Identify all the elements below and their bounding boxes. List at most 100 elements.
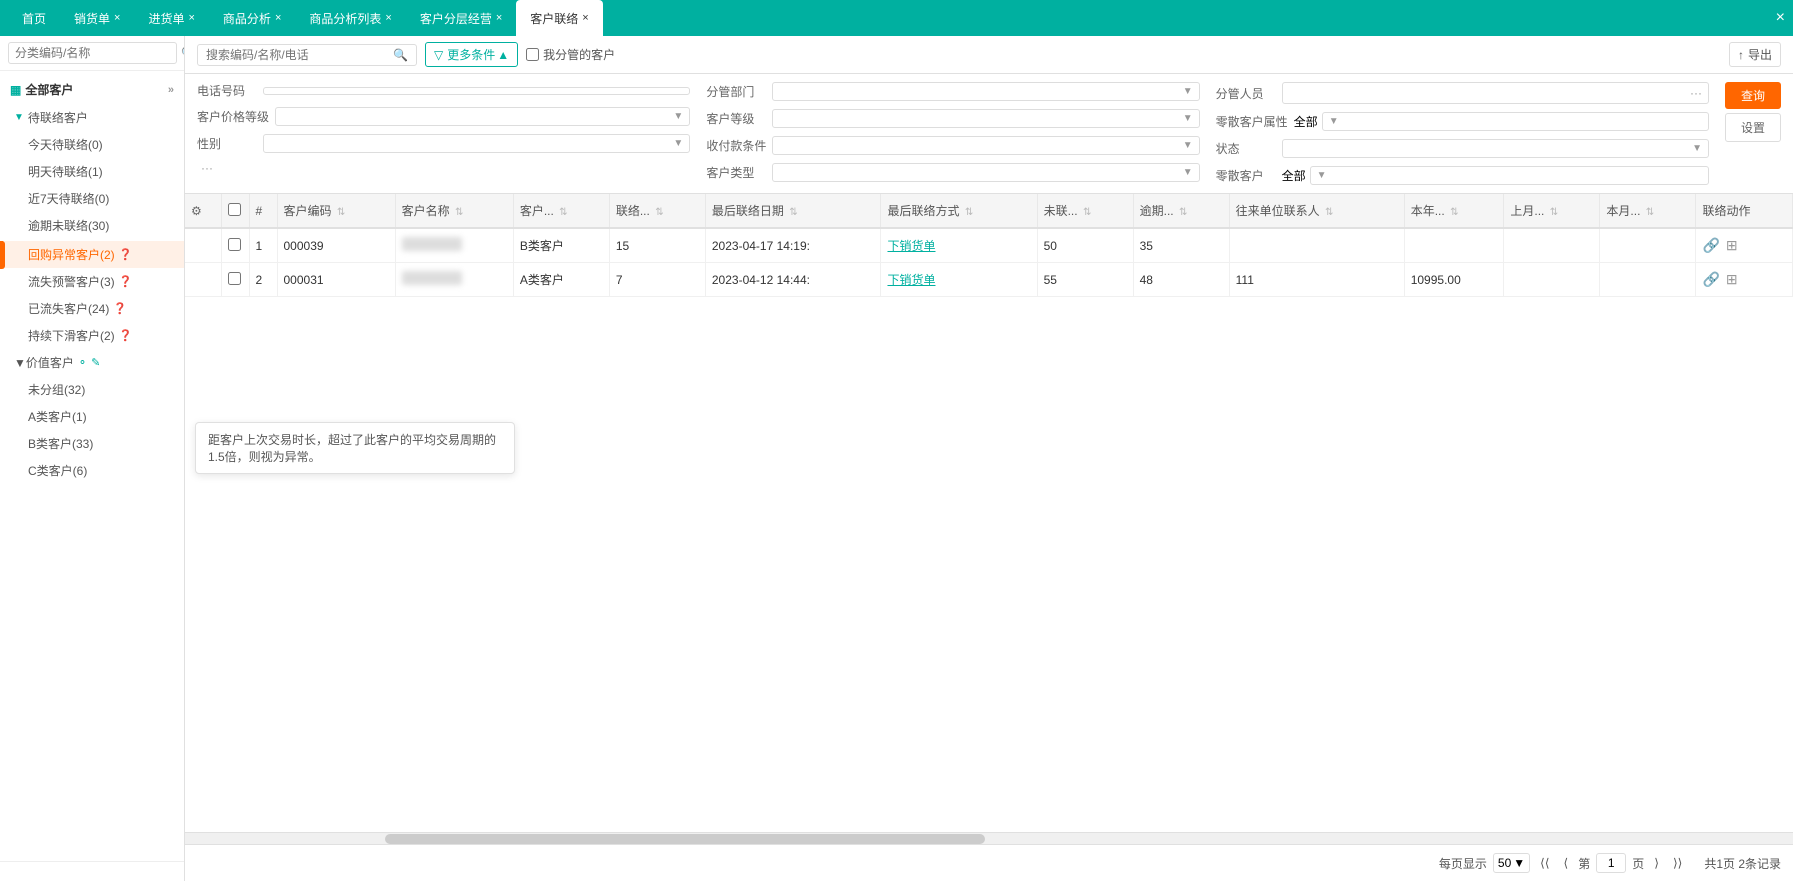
branch-person-input[interactable]: ··· (1282, 82, 1709, 104)
main-search-icon[interactable]: 🔍 (393, 48, 408, 62)
sidebar-all-customers[interactable]: ▦ 全部客户 » (0, 75, 184, 104)
td-index-0: 1 (249, 228, 277, 263)
table-settings-icon[interactable]: ⚙ (191, 204, 202, 218)
phone-label: 电话号码 (197, 82, 257, 99)
prev-page-button[interactable]: ⟨ (1560, 854, 1573, 872)
first-page-button[interactable]: ⟨⟨ (1536, 854, 1553, 872)
class-c-label: C类客户(6) (28, 462, 87, 479)
filter-more-button[interactable]: ▽ 更多条件 ▲ (425, 42, 518, 67)
query-button[interactable]: 查询 (1725, 82, 1781, 109)
action-grid-icon-0[interactable]: ⊞ (1726, 237, 1738, 254)
sidebar-item-repurchase-anomaly[interactable]: 回购异常客户(2) ❓ (0, 241, 184, 268)
payment-terms-select[interactable]: ▼ (772, 136, 1199, 155)
nav-sales[interactable]: 销货单 × (60, 0, 134, 36)
table-row: 1 000039 B类客户 15 2023-04-17 14:19: 下销货单 … (185, 228, 1793, 263)
sidebar-search-row: 🔍 (0, 36, 184, 71)
nav-home[interactable]: 首页 (8, 0, 60, 36)
sidebar-item-churned[interactable]: 已流失客户(24) ❓ (0, 295, 184, 322)
content-area: 🔍 ▽ 更多条件 ▲ 我分管的客户 ↑ 导出 电话号码 (185, 36, 1793, 881)
th-code[interactable]: 客户编码 ⇅ (277, 194, 395, 228)
row-checkbox-1[interactable] (228, 272, 241, 285)
window-close-button[interactable]: × (1776, 0, 1785, 36)
th-last-month[interactable]: 上月... ⇅ (1504, 194, 1600, 228)
sidebar-item-class-b[interactable]: B类客户(33) (0, 430, 184, 457)
nav-customer-contact-close[interactable]: × (582, 12, 588, 24)
settings-button[interactable]: 设置 (1725, 113, 1781, 142)
customer-level-select[interactable]: ▼ (772, 109, 1199, 128)
th-last-contact-date[interactable]: 最后联络日期 ⇅ (705, 194, 881, 228)
page-size-arrow-icon: ▼ (1513, 856, 1525, 870)
th-current-month[interactable]: 本月... ⇅ (1600, 194, 1696, 228)
sidebar-item-overdue[interactable]: 逾期未联络(30) (0, 212, 184, 239)
current-page-input[interactable] (1596, 853, 1626, 873)
action-link-icon-1[interactable]: 🔗 (1702, 271, 1719, 288)
nav-sales-close[interactable]: × (114, 12, 120, 24)
th-overdue[interactable]: 逾期... ⇅ (1133, 194, 1229, 228)
sidebar-item-ungroup[interactable]: 未分组(32) (0, 376, 184, 403)
next-page-button[interactable]: ⟩ (1650, 854, 1663, 872)
th-contact-count[interactable]: 联络... ⇅ (609, 194, 705, 228)
customer-type-select[interactable]: ▼ (772, 163, 1199, 182)
td-cur-month-1 (1600, 263, 1696, 297)
more-filters-dots[interactable]: ··· (201, 161, 213, 175)
th-name[interactable]: 客户名称 ⇅ (395, 194, 513, 228)
td-contact-person-0 (1229, 228, 1404, 263)
th-level[interactable]: 客户... ⇅ (513, 194, 609, 228)
nav-customer-tier[interactable]: 客户分层经营 × (406, 0, 516, 36)
sidebar-item-class-c[interactable]: C类客户(6) (0, 457, 184, 484)
sidebar-item-churn-warning[interactable]: 流失预警客户(3) ❓ (0, 268, 184, 295)
filter-customer-level-row: 客户等级 ▼ (706, 109, 1199, 128)
th-contact-person[interactable]: 往来单位联系人 ⇅ (1229, 194, 1404, 228)
value-customers-edit-icon[interactable]: ⚬ (78, 356, 87, 369)
my-customers-checkbox[interactable] (526, 48, 539, 61)
last-page-button[interactable]: ⟩⟩ (1669, 854, 1686, 872)
sidebar-search-input[interactable] (8, 42, 177, 64)
last-method-sort-icon: ⇅ (965, 207, 973, 218)
sidebar-content: ▦ 全部客户 » ▼ 待联络客户 今天待联络(0) 明天待联络(1) 近7天待联… (0, 71, 184, 861)
retail-customer-select[interactable]: ▼ (1310, 166, 1709, 185)
filter-branch-person-row: 分管人员 ··· (1216, 82, 1709, 104)
sidebar-item-tomorrow[interactable]: 明天待联络(1) (0, 158, 184, 185)
branch-dept-select[interactable]: ▼ (772, 82, 1199, 101)
select-all-checkbox[interactable] (228, 203, 241, 216)
per-page-label: 每页显示 (1439, 855, 1487, 872)
main-search-input[interactable] (206, 48, 389, 62)
td-action-0: 🔗 ⊞ (1696, 228, 1793, 263)
sidebar-item-7days[interactable]: 近7天待联络(0) (0, 185, 184, 212)
pagination-bar: 每页显示 50 ▼ ⟨⟨ ⟨ 第 页 ⟩ ⟩⟩ 共1页 2条记录 (185, 844, 1793, 881)
scrollbar-thumb[interactable] (385, 834, 985, 844)
th-current-year[interactable]: 本年... ⇅ (1404, 194, 1504, 228)
sidebar-item-class-a[interactable]: A类客户(1) (0, 403, 184, 430)
sidebar-collapse-icon[interactable]: » (168, 84, 174, 96)
nav-goods-analysis[interactable]: 商品分析 × (209, 0, 295, 36)
action-grid-icon-1[interactable]: ⊞ (1726, 271, 1738, 288)
main-layout: 🔍 ▦ 全部客户 » ▼ 待联络客户 今天待联络(0) 明天待联络(1) (0, 36, 1793, 881)
horizontal-scrollbar[interactable] (185, 832, 1793, 844)
sidebar: 🔍 ▦ 全部客户 » ▼ 待联络客户 今天待联络(0) 明天待联络(1) (0, 36, 185, 881)
th-un-contacted[interactable]: 未联... ⇅ (1037, 194, 1133, 228)
page-size-select[interactable]: 50 ▼ (1493, 853, 1530, 873)
nav-customer-contact[interactable]: 客户联络 × (516, 0, 602, 36)
sidebar-item-today[interactable]: 今天待联络(0) (0, 131, 184, 158)
price-level-select[interactable]: ▼ (275, 107, 690, 126)
nav-purchase[interactable]: 进货单 × (134, 0, 208, 36)
status-select[interactable]: ▼ (1282, 139, 1709, 158)
gender-select[interactable]: ▼ (263, 134, 690, 153)
nav-goods-analysis-list[interactable]: 商品分析列表 × (295, 0, 405, 36)
export-button[interactable]: ↑ 导出 (1729, 42, 1781, 67)
value-customers-group-title[interactable]: ▼ 价值客户 ⚬ ✎ (0, 349, 184, 376)
sidebar-item-declining[interactable]: 持续下滑客户(2) ❓ (0, 322, 184, 349)
value-customers-settings-icon[interactable]: ✎ (91, 356, 100, 369)
row-checkbox-0[interactable] (228, 238, 241, 251)
retail-attr-select[interactable]: ▼ (1322, 112, 1709, 131)
churn-warning-badge: ❓ (119, 275, 133, 288)
th-last-contact-method[interactable]: 最后联络方式 ⇅ (881, 194, 1037, 228)
pending-contact-group: ▼ 待联络客户 今天待联络(0) 明天待联络(1) 近7天待联络(0) 逾期未联… (0, 104, 184, 239)
nav-goods-analysis-list-close[interactable]: × (385, 12, 391, 24)
nav-customer-tier-close[interactable]: × (496, 12, 502, 24)
nav-purchase-close[interactable]: × (188, 12, 194, 24)
nav-goods-analysis-close[interactable]: × (275, 12, 281, 24)
phone-input[interactable] (263, 87, 690, 95)
action-link-icon-0[interactable]: 🔗 (1702, 237, 1719, 254)
pending-contact-title[interactable]: ▼ 待联络客户 (0, 104, 184, 131)
